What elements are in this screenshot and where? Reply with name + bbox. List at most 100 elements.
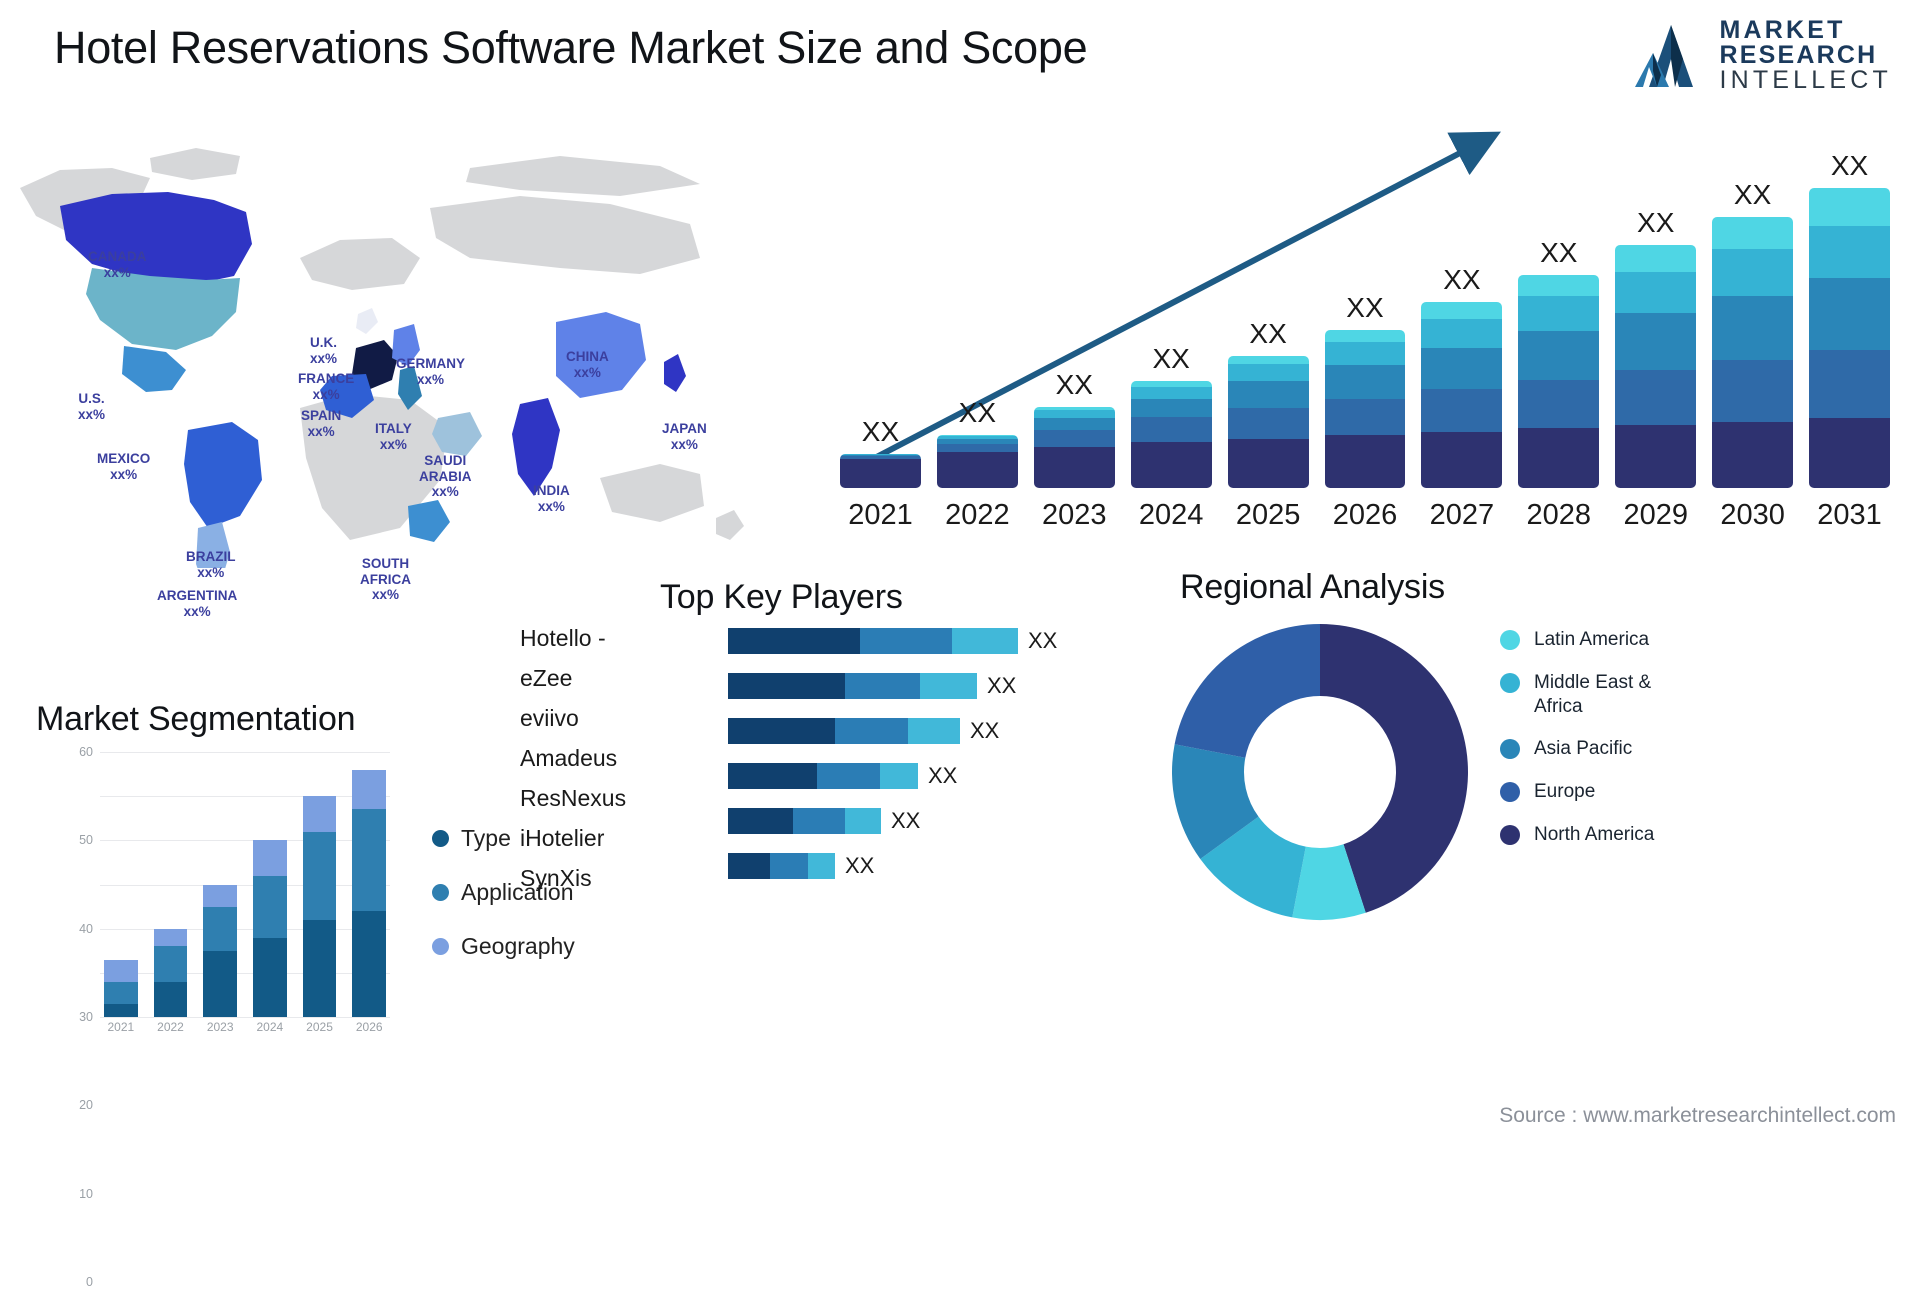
forecast-bar-segment (1227, 364, 1309, 382)
forecast-year-label: 2025 (1235, 499, 1301, 531)
forecast-bar-segment (1324, 398, 1406, 436)
segmentation-bar-column (153, 752, 188, 1017)
map-label-germany: GERMANY xx% (396, 356, 465, 387)
forecast-bar-segment (1518, 296, 1600, 332)
player-stacked-bar (728, 763, 918, 789)
segmentation-legend-item: Geography (432, 933, 575, 960)
map-country-value: xx% (183, 603, 211, 619)
forecast-bar-segment (1518, 379, 1600, 429)
player-value-label: XX (891, 808, 921, 833)
player-bar-segment (845, 808, 881, 834)
map-label-south-africa: SOUTH AFRICA xx% (360, 556, 411, 603)
forecast-bar-value-label: XX (1443, 264, 1481, 296)
player-bar-row: XX (728, 628, 1128, 654)
segmentation-bar-column (253, 752, 287, 1017)
forecast-bar-value-label: XX (1830, 150, 1869, 181)
regional-analysis-title: Regional Analysis (1180, 568, 1445, 606)
forecast-bar-segment (1809, 349, 1890, 419)
player-bar-segment (728, 763, 817, 789)
regional-legend-item: Middle East & Africa (1500, 671, 1694, 719)
regional-legend: Latin America Middle East & Africa Asia Pa… (1500, 628, 1694, 847)
forecast-year-label: 2027 (1429, 499, 1495, 531)
forecast-bar-value-label: XX (1637, 207, 1675, 239)
forecast-stacked-bar (1130, 381, 1212, 488)
forecast-bar-segment (1324, 342, 1406, 366)
forecast-bar-value-label: XX (861, 415, 900, 447)
regional-legend-swatch (1500, 672, 1520, 693)
segmentation-y-tick: 10 (79, 1186, 93, 1201)
forecast-stacked-bar (1712, 216, 1794, 488)
forecast-bar-column: XX (1324, 292, 1406, 488)
forecast-year-label: 2023 (1042, 499, 1107, 531)
segmentation-gridline: 0 (86, 1017, 390, 1289)
player-bar-row: XX (728, 853, 1128, 879)
segmentation-legend-swatch (432, 884, 449, 901)
map-country-name: U.K. (310, 335, 338, 350)
market-research-intellect-logo-icon (1635, 24, 1694, 87)
map-country-value: xx% (573, 364, 601, 380)
map-label-mexico: MEXICO xx% (97, 451, 150, 482)
forecast-bar-column: XX (1809, 150, 1890, 488)
map-label-italy: ITALY xx% (375, 421, 412, 452)
map-label-argentina: ARGENTINA xx% (157, 588, 237, 619)
segmentation-bar-segment (153, 981, 188, 1017)
forecast-bar-segment (1421, 302, 1503, 320)
forecast-bar-segment (1809, 188, 1890, 226)
player-bar-segment (808, 853, 835, 879)
forecast-year-label: 2026 (1332, 499, 1398, 531)
forecast-bar-segment (1712, 249, 1794, 297)
map-label-u-s-: U.S. xx% (78, 391, 105, 422)
infographic-page: Hotel Reservations Software Market Size … (0, 0, 1920, 1289)
player-value-label: XX (987, 673, 1017, 698)
player-stacked-bar (728, 628, 1018, 654)
forecast-bar-segment (1421, 348, 1503, 390)
regional-legend-swatch (1500, 824, 1520, 845)
brand-wordmark: MARKET RESEARCH INTELLECT (1719, 18, 1892, 93)
segmentation-bar-segment (352, 769, 387, 810)
segmentation-x-tick: 2022 (157, 1020, 184, 1034)
forecast-bar-column: XX (1615, 207, 1697, 488)
map-country-name: FRANCE (298, 371, 355, 386)
player-bar-segment (860, 628, 952, 654)
segmentation-x-axis: 2021 2022 2023 2024 2025 2026 (104, 1020, 386, 1034)
forecast-bar-segment (1033, 430, 1115, 448)
market-segmentation-title: Market Segmentation (36, 700, 356, 738)
forecast-bar-segment (1809, 418, 1890, 488)
segmentation-y-tick: 30 (79, 1010, 93, 1024)
segmentation-y-tick: 50 (79, 833, 93, 848)
forecast-bars: XX XX XX XX XX XX XX XX XX XX XX (840, 138, 1890, 488)
segmentation-bar-segment (253, 937, 287, 1017)
regional-legend-item: Asia Pacific (1500, 737, 1694, 761)
player-stacked-bar (728, 718, 960, 744)
map-country-name: INDIA (533, 483, 570, 498)
player-bar-segment (728, 628, 860, 654)
regional-legend-label: Europe (1534, 781, 1596, 802)
segmentation-x-tick: 2025 (306, 1020, 333, 1034)
world-map-svg (20, 148, 744, 592)
player-bar-segment (817, 763, 880, 789)
map-country-value: xx% (537, 498, 565, 514)
player-value-label: XX (928, 763, 958, 788)
forecast-bar-segment (1227, 355, 1309, 365)
segmentation-y-tick: 60 (79, 745, 93, 759)
segmentation-bar-column (352, 752, 387, 1017)
player-value-label: XX (1028, 628, 1058, 653)
forecast-bar-column: XX (1130, 343, 1212, 488)
forecast-bar-segment (936, 452, 1018, 488)
forecast-bar-chart: XX XX XX XX XX XX XX XX XX XX XX 2021 2022 2023 2024 2… (830, 120, 1900, 540)
map-country-name: SOUTH AFRICA (360, 556, 411, 587)
map-country-value: xx% (431, 484, 459, 500)
map-country-value: xx% (110, 466, 138, 482)
segmentation-bar-segment (203, 950, 238, 1017)
map-country-value: xx% (670, 436, 698, 452)
forecast-bar-segment (1712, 296, 1794, 361)
forecast-bar-column: XX (1518, 237, 1600, 488)
map-country-value: xx% (197, 564, 225, 580)
player-stacked-bar (728, 853, 835, 879)
regional-legend-swatch (1500, 782, 1520, 802)
forecast-bar-segment (1615, 424, 1697, 488)
segmentation-bar-segment (302, 831, 337, 920)
segmentation-bar-column (302, 752, 337, 1017)
forecast-bar-column: XX (1712, 179, 1794, 488)
forecast-bar-value-label: XX (1055, 369, 1093, 401)
